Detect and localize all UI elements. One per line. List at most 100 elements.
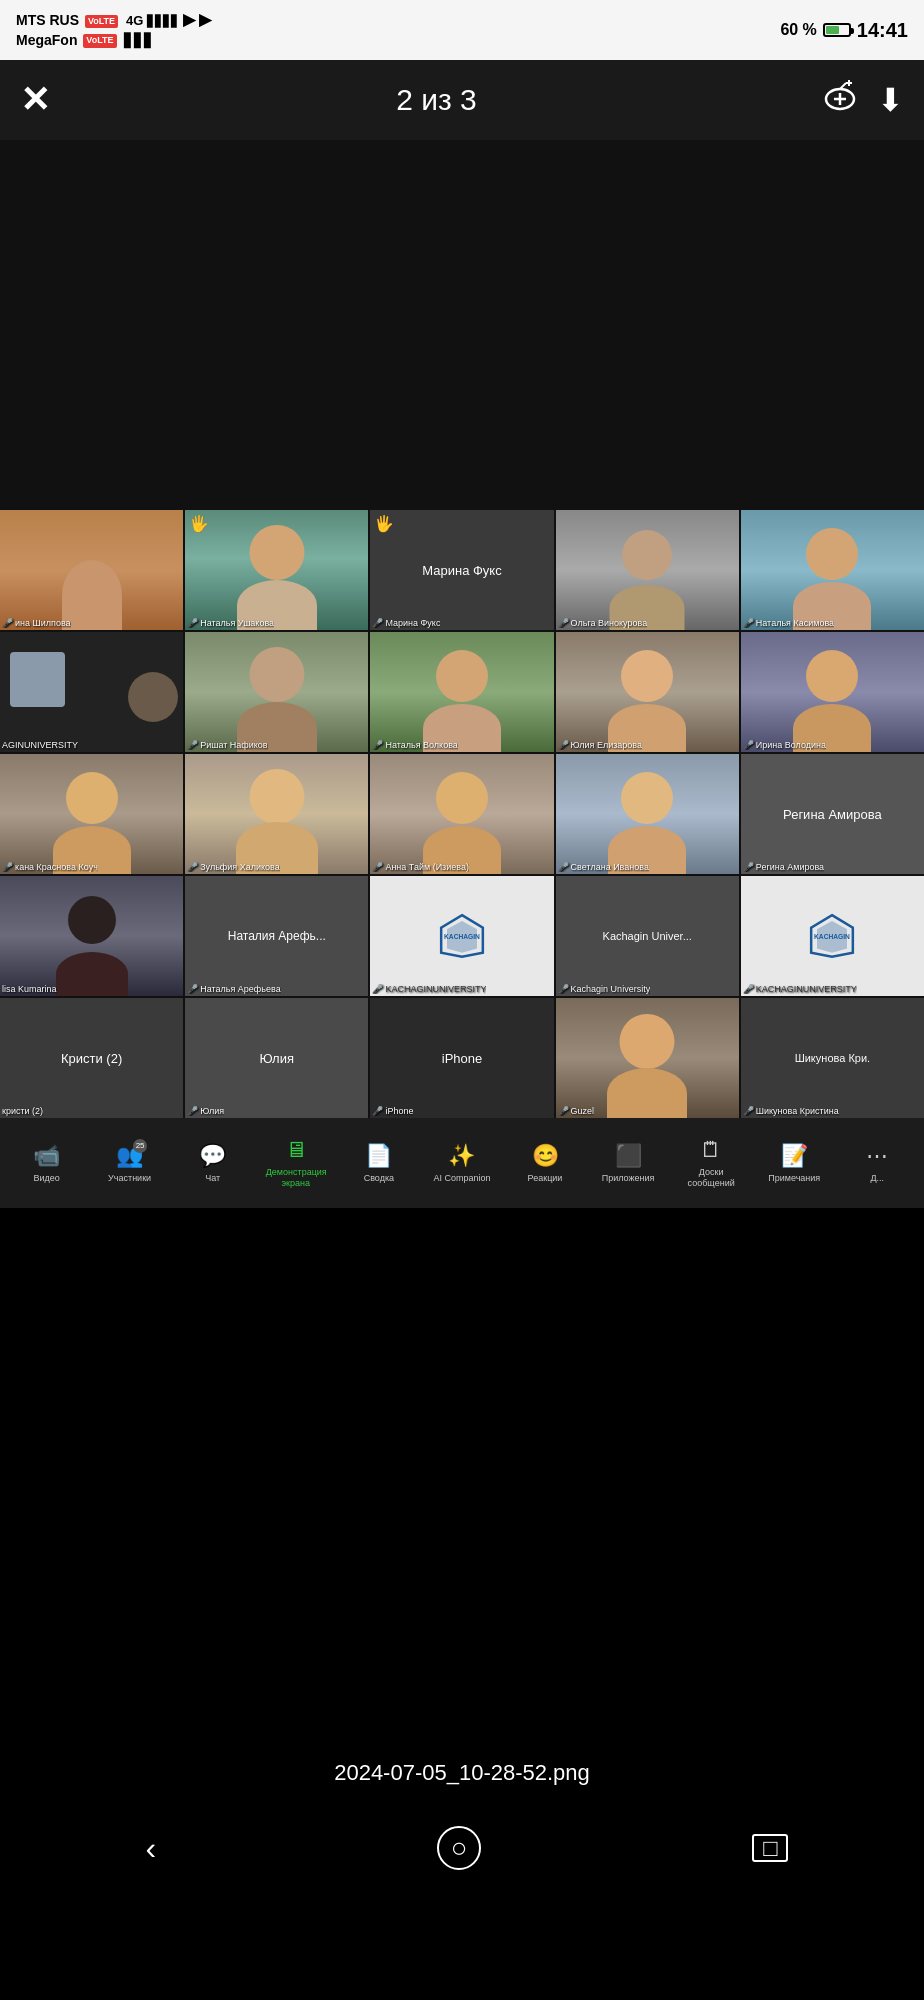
label-kachagin1: 🎤 KACHAGINUNIVERSITY <box>372 984 486 994</box>
tool-summary[interactable]: 📄 Сводка <box>349 1143 409 1184</box>
black-top-area <box>0 140 924 510</box>
video-cell-arefyeva[interactable]: Наталия Арефь... 🎤 Наталья Арефьева <box>185 876 368 996</box>
hand-icon-ushakova: 🖐 <box>189 514 209 533</box>
video-cell-kachagin2[interactable]: KACHAGIN 🎤 KACHAGINUNIVERSITY <box>741 876 924 996</box>
video-cell-elizarova[interactable]: 🎤 Юлия Елизарова <box>556 632 739 752</box>
label-kumarina: lisa Kumarina <box>2 984 57 994</box>
video-cell-shipova[interactable]: 🎤 ина Шилпова <box>0 510 183 630</box>
video-cell-ushakova[interactable]: 🖐 🎤 Наталья Ушакова <box>185 510 368 630</box>
tool-boards[interactable]: 🗒 Доски сообщений <box>681 1137 741 1189</box>
signal-4g: 4G <box>126 13 143 28</box>
label-iphone: 🎤 iPhone <box>372 1106 413 1116</box>
filename-text: 2024-07-05_10-28-52.png <box>334 1760 590 1786</box>
mic-icon: 🎤 <box>2 618 13 628</box>
center-name-kachagin: Kachagin Univer... <box>603 930 692 942</box>
tool-chat[interactable]: 💬 Чат <box>183 1143 243 1184</box>
carrier-info: MTS RUS VoLTE 4G ▋▋▋▋ ▶ ▶ MegaFon VoLTE … <box>16 10 211 50</box>
hand-icon-fuks: 🖐 <box>374 514 394 533</box>
video-cell-aginuniversity[interactable]: AGINUNIVERSITY <box>0 632 183 752</box>
volte1-badge: VoLTE <box>85 15 118 29</box>
center-name-shikunova: Шикунова Кри. <box>795 1052 870 1064</box>
volte2-badge: VoLTE <box>83 34 116 48</box>
tool-reactions[interactable]: 😊 Реакции <box>515 1143 575 1184</box>
label-fuks: 🎤 Марина Фукс <box>372 618 440 628</box>
tool-more-label: Д... <box>871 1173 885 1184</box>
apps-icon: ⬛ <box>615 1143 642 1169</box>
video-cell-kristi[interactable]: Кристи (2) кристи (2) <box>0 998 183 1118</box>
tool-summary-label: Сводка <box>364 1173 394 1184</box>
label-ivanova: 🎤 Светлана Иванова <box>558 862 649 872</box>
kachagin-logo-2: KACHAGIN <box>777 900 887 972</box>
label-volkova: 🎤 Наталья Волкова <box>372 740 457 750</box>
label-khalikova: 🎤 Зульфия Халикова <box>187 862 280 872</box>
label-elizarova: 🎤 Юлия Елизарова <box>558 740 642 750</box>
kachagin-logo-1: KACHAGIN <box>407 900 517 972</box>
video-cell-yulia[interactable]: Юлия 🎤 Юлия <box>185 998 368 1118</box>
video-cell-vinokurova[interactable]: 🎤 Ольга Винокурова <box>556 510 739 630</box>
label-kasimova: 🎤 Наталья Касимова <box>743 618 834 628</box>
tool-more[interactable]: ⋯ Д... <box>847 1143 907 1184</box>
video-cell-volkova[interactable]: 🎤 Наталья Волкова <box>370 632 553 752</box>
video-cell-ivanova[interactable]: 🎤 Светлана Иванова <box>556 754 739 874</box>
tool-screenshare-label: Демонстрация экрана <box>266 1167 326 1189</box>
home-button[interactable]: ○ <box>437 1826 481 1870</box>
video-cell-kachagin-univ[interactable]: Kachagin Univer... 🎤 Kachagin University <box>556 876 739 996</box>
reactions-icon: 😊 <box>532 1143 559 1169</box>
tool-video[interactable]: 📹 Видео <box>17 1143 77 1184</box>
tool-apps[interactable]: ⬛ Приложения <box>598 1143 658 1184</box>
tool-screenshare[interactable]: 🖥 Демонстрация экрана <box>266 1137 326 1189</box>
video-cell-volodina[interactable]: 🎤 Ирина Володина <box>741 632 924 752</box>
recent-button[interactable]: □ <box>752 1834 788 1862</box>
center-name-fuks: Марина Фукс <box>422 563 501 578</box>
label-kristi: кристи (2) <box>2 1106 43 1116</box>
battery-icon <box>823 23 851 37</box>
tool-notes[interactable]: 📝 Примечания <box>764 1143 824 1184</box>
svg-text:KACHAGIN: KACHAGIN <box>444 933 480 940</box>
battery-fill <box>826 26 839 34</box>
add-icon[interactable] <box>823 80 857 121</box>
tool-reactions-label: Реакции <box>528 1173 563 1184</box>
video-cell-anna[interactable]: 🎤 Анна Тайм (Изиева) <box>370 754 553 874</box>
tool-ai[interactable]: ✨ AI Companion <box>432 1143 492 1184</box>
chat-icon: 💬 <box>199 1143 226 1169</box>
video-cell-kumarina[interactable]: lisa Kumarina <box>0 876 183 996</box>
tool-notes-label: Примечания <box>768 1173 820 1184</box>
label-guzel: 🎤 Guzel <box>558 1106 595 1116</box>
label-ushakova: 🎤 Наталья Ушакова <box>187 618 274 628</box>
status-bar: MTS RUS VoLTE 4G ▋▋▋▋ ▶ ▶ MegaFon VoLTE … <box>0 0 924 60</box>
top-nav: ✕ 2 из 3 ⬇ <box>0 60 924 140</box>
nav-actions: ⬇ <box>823 80 904 121</box>
back-button[interactable]: ‹ <box>136 1820 167 1877</box>
tool-video-label: Видео <box>33 1173 59 1184</box>
black-middle-area <box>0 1208 924 1738</box>
video-cell-kachagin1[interactable]: KACHAGIN 🎤 KACHAGINUNIVERSITY <box>370 876 553 996</box>
video-cell-shikunova[interactable]: Шикунова Кри. 🎤 Шикунова Кристина <box>741 998 924 1118</box>
video-cell-nafikov[interactable]: 🎤 Ришат Нафиков <box>185 632 368 752</box>
screenshare-icon: 🖥 <box>285 1137 307 1163</box>
close-button[interactable]: ✕ <box>20 79 50 121</box>
clock: 14:41 <box>857 19 908 42</box>
more-icon: ⋯ <box>866 1143 888 1169</box>
participants-icon: 👥 25 <box>116 1143 143 1169</box>
video-cell-iphone[interactable]: iPhone 🎤 iPhone <box>370 998 553 1118</box>
download-icon[interactable]: ⬇ <box>877 81 904 119</box>
participants-badge: 25 <box>133 1139 147 1153</box>
carrier2-label: MegaFon VoLTE ▋▋▋ <box>16 31 211 50</box>
label-krasnova: 🎤 кана Краснова Коуч <box>2 862 98 872</box>
video-cell-khalikova[interactable]: 🎤 Зульфия Халикова <box>185 754 368 874</box>
tool-chat-label: Чат <box>205 1173 220 1184</box>
video-cell-fuks[interactable]: 🖐 Марина Фукс 🎤 Марина Фукс <box>370 510 553 630</box>
video-grid: 🎤 ина Шилпова 🖐 🎤 Наталья Ушакова 🖐 Мари… <box>0 510 924 1118</box>
carrier1-label: MTS RUS VoLTE 4G ▋▋▋▋ ▶ ▶ <box>16 10 211 31</box>
tool-participants-label: Участники <box>108 1173 151 1184</box>
label-kachagin-univ: 🎤 Kachagin University <box>558 984 651 994</box>
video-cell-krasnova[interactable]: 🎤 кана Краснова Коуч <box>0 754 183 874</box>
label-kachagin2: 🎤 KACHAGINUNIVERSITY <box>743 984 857 994</box>
video-cell-amirova[interactable]: Регина Амирова 🎤 Регина Амирова <box>741 754 924 874</box>
tool-participants[interactable]: 👥 25 Участники <box>100 1143 160 1184</box>
label-amirova: 🎤 Регина Амирова <box>743 862 824 872</box>
label-shikunova: 🎤 Шикунова Кристина <box>743 1106 839 1116</box>
video-cell-kasimova[interactable]: 🎤 Наталья Касимова <box>741 510 924 630</box>
video-cell-guzel[interactable]: 🎤 Guzel <box>556 998 739 1118</box>
label-shipova: 🎤 ина Шилпова <box>2 618 71 628</box>
